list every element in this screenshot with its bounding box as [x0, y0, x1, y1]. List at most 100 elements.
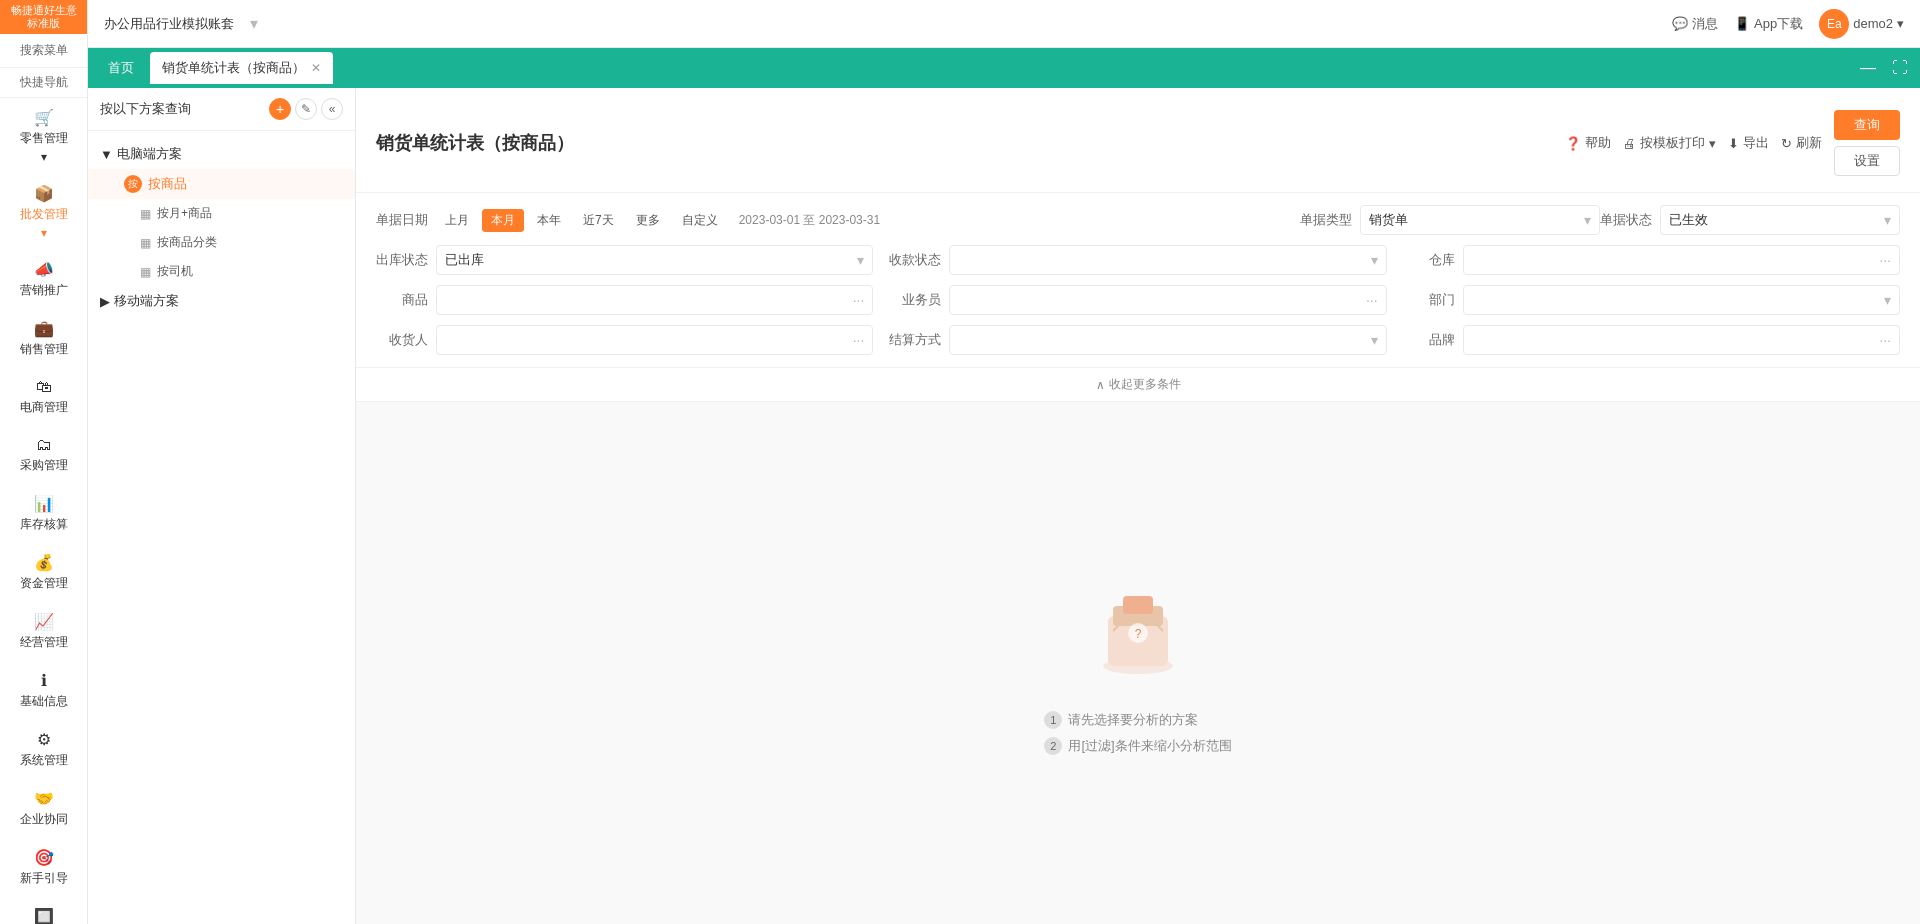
- marketing-icon: 📣: [34, 260, 54, 279]
- tab-home[interactable]: 首页: [96, 52, 146, 84]
- product-dots-icon: ···: [853, 292, 865, 308]
- date-filter-tabs: 上月 本月 本年 近7天 更多 自定义 2023-03-01 至 2023-03…: [436, 209, 880, 232]
- tree-group-desktop-header[interactable]: ▼ 电脑端方案: [88, 139, 355, 169]
- page-header: 销货单统计表（按商品） ❓ 帮助 🖨 按模板打印 ▾ ⬇ 导出: [356, 88, 1920, 193]
- tip-2-text: 用[过滤]条件来缩小分析范围: [1068, 737, 1231, 755]
- by-month-icon: ▦: [140, 207, 151, 221]
- app-download-btn[interactable]: 📱 App下载: [1734, 15, 1803, 33]
- action-btns: 查询 设置: [1834, 102, 1900, 184]
- message-label: 消息: [1692, 15, 1718, 33]
- receiver-field: 收货人 ···: [376, 325, 873, 355]
- department-dropdown[interactable]: ▾: [1463, 285, 1900, 315]
- sidebar-item-retail[interactable]: 🛒 零售管理 ▾: [0, 98, 87, 174]
- user-avatar: Ea: [1819, 9, 1849, 39]
- warehouse-dropdown[interactable]: ···: [1463, 245, 1900, 275]
- date-tab-last-month[interactable]: 上月: [436, 209, 478, 232]
- sidebar-item-purchase-label: 采购管理: [20, 457, 68, 474]
- sidebar-item-wholesale[interactable]: 📦 批发管理 ▾: [0, 174, 87, 250]
- brand-dropdown[interactable]: ···: [1463, 325, 1900, 355]
- tree-subitem-category-label: 按商品分类: [157, 234, 217, 251]
- tab-report[interactable]: 销货单统计表（按商品） ✕: [150, 52, 333, 84]
- tab-close-icon[interactable]: ✕: [311, 61, 321, 75]
- sidebar-item-sales[interactable]: 💼 销售管理: [0, 309, 87, 368]
- tree-subitem-by-month-product[interactable]: ▦ 按月+商品: [88, 199, 355, 228]
- tab-minimize-btn[interactable]: —: [1856, 56, 1880, 80]
- sidebar-item-purchase[interactable]: 🗂 采购管理: [0, 426, 87, 484]
- collapse-bar[interactable]: ∧ 收起更多条件: [356, 368, 1920, 402]
- tab-report-label: 销货单统计表（按商品）: [162, 59, 305, 77]
- sidebar-item-operations[interactable]: 📈 经营管理: [0, 602, 87, 661]
- date-tab-this-year[interactable]: 本年: [528, 209, 570, 232]
- tree-group-mobile-header[interactable]: ▶ 移动端方案: [88, 286, 355, 316]
- sidebar-quick-nav[interactable]: 快捷导航: [0, 68, 87, 98]
- user-dropdown-icon: ▾: [1897, 16, 1904, 31]
- date-tab-7days[interactable]: 近7天: [574, 209, 623, 232]
- sidebar-item-operations-label: 经营管理: [20, 634, 68, 651]
- doc-status-field: 单据状态 已生效 ▾: [1600, 205, 1900, 235]
- sidebar-item-system-label: 系统管理: [20, 752, 68, 769]
- dropdown-arrow-icon[interactable]: ▾: [250, 14, 258, 33]
- sidebar-item-retail-label: 零售管理: [20, 130, 68, 147]
- stock-status-label: 出库状态: [376, 251, 436, 269]
- doc-status-dropdown[interactable]: 已生效 ▾: [1660, 205, 1900, 235]
- tree-group-desktop: ▼ 电脑端方案 按 按商品 ▦ 按月+商品 ▦ 按商品分类: [88, 139, 355, 286]
- sidebar-item-system[interactable]: ⚙ 系统管理: [0, 720, 87, 779]
- warehouse-field: 仓库 ···: [1403, 245, 1900, 275]
- empty-tips: 1 请先选择要分析的方案 2 用[过滤]条件来缩小分析范围: [1044, 711, 1231, 755]
- scheme-edit-btn[interactable]: ✎: [295, 98, 317, 120]
- date-tab-custom[interactable]: 自定义: [673, 209, 727, 232]
- sidebar-item-basic-label: 基础信息: [20, 693, 68, 710]
- salesperson-dropdown[interactable]: ···: [949, 285, 1386, 315]
- user-info[interactable]: Ea demo2 ▾: [1819, 9, 1904, 39]
- message-btn[interactable]: 💬 消息: [1672, 15, 1718, 33]
- sidebar-search[interactable]: 搜索菜单: [0, 34, 87, 68]
- product-label: 商品: [376, 291, 436, 309]
- ecommerce-icon: 🛍: [36, 378, 52, 396]
- finance-icon: 💰: [34, 553, 54, 572]
- sales-icon: 💼: [34, 319, 54, 338]
- filter-row-2: 出库状态 已出库 ▾ 收款状态 ▾: [376, 245, 1900, 275]
- system-icon: ⚙: [37, 730, 51, 749]
- refresh-btn[interactable]: ↻ 刷新: [1781, 134, 1822, 152]
- date-tab-this-month[interactable]: 本月: [482, 209, 524, 232]
- template-print-btn[interactable]: 🖨 按模板打印 ▾: [1623, 134, 1716, 152]
- newbie-icon: 🎯: [34, 848, 54, 867]
- app-icon: 📱: [1734, 16, 1750, 31]
- sidebar-item-finance[interactable]: 💰 资金管理: [0, 543, 87, 602]
- receiver-dropdown[interactable]: ···: [436, 325, 873, 355]
- scheme-add-btn[interactable]: +: [269, 98, 291, 120]
- scheme-collapse-btn[interactable]: «: [321, 98, 343, 120]
- tree-subitem-by-register[interactable]: ▦ 按司机: [88, 257, 355, 286]
- product-dropdown[interactable]: ···: [436, 285, 873, 315]
- sidebar-item-enterprise[interactable]: 🤝 企业协同: [0, 779, 87, 838]
- doc-type-dropdown[interactable]: 销货单 ▾: [1360, 205, 1600, 235]
- pay-status-dropdown[interactable]: ▾: [949, 245, 1386, 275]
- scheme-panel-actions: + ✎ «: [269, 98, 343, 120]
- tree-item-by-product[interactable]: 按 按商品: [88, 169, 355, 199]
- settings-button[interactable]: 设置: [1834, 146, 1900, 176]
- tab-expand-btn[interactable]: ⛶: [1888, 56, 1912, 80]
- tree-group-desktop-arrow: ▼: [100, 147, 113, 162]
- sidebar-item-basic[interactable]: ℹ 基础信息: [0, 661, 87, 720]
- query-button[interactable]: 查询: [1834, 110, 1900, 140]
- tree-subitem-by-category[interactable]: ▦ 按商品分类: [88, 228, 355, 257]
- date-tab-more[interactable]: 更多: [627, 209, 669, 232]
- sidebar-item-marketing[interactable]: 📣 营销推广: [0, 250, 87, 309]
- sidebar-item-newbie[interactable]: 🎯 新手引导: [0, 838, 87, 897]
- basic-icon: ℹ: [41, 671, 47, 690]
- export-btn[interactable]: ⬇ 导出: [1728, 134, 1769, 152]
- pay-status-field: 收款状态 ▾: [889, 245, 1386, 275]
- stock-status-dropdown-icon: ▾: [857, 252, 864, 268]
- template-print-label: 按模板打印: [1640, 134, 1705, 152]
- help-btn[interactable]: ❓ 帮助: [1565, 134, 1611, 152]
- stock-status-dropdown[interactable]: 已出库 ▾: [436, 245, 873, 275]
- empty-illustration: ?: [1078, 571, 1198, 691]
- sidebar-item-inventory[interactable]: 📊 库存核算: [0, 484, 87, 543]
- sidebar-item-apps[interactable]: 🔲 应用中心: [0, 897, 87, 924]
- tree-group-desktop-label: 电脑端方案: [117, 145, 182, 163]
- settle-dropdown[interactable]: ▾: [949, 325, 1386, 355]
- by-category-icon: ▦: [140, 236, 151, 250]
- tip-1-text: 请先选择要分析的方案: [1068, 711, 1198, 729]
- sidebar-item-ecommerce[interactable]: 🛍 电商管理: [0, 368, 87, 426]
- content-right: 销货单统计表（按商品） ❓ 帮助 🖨 按模板打印 ▾ ⬇ 导出: [356, 88, 1920, 924]
